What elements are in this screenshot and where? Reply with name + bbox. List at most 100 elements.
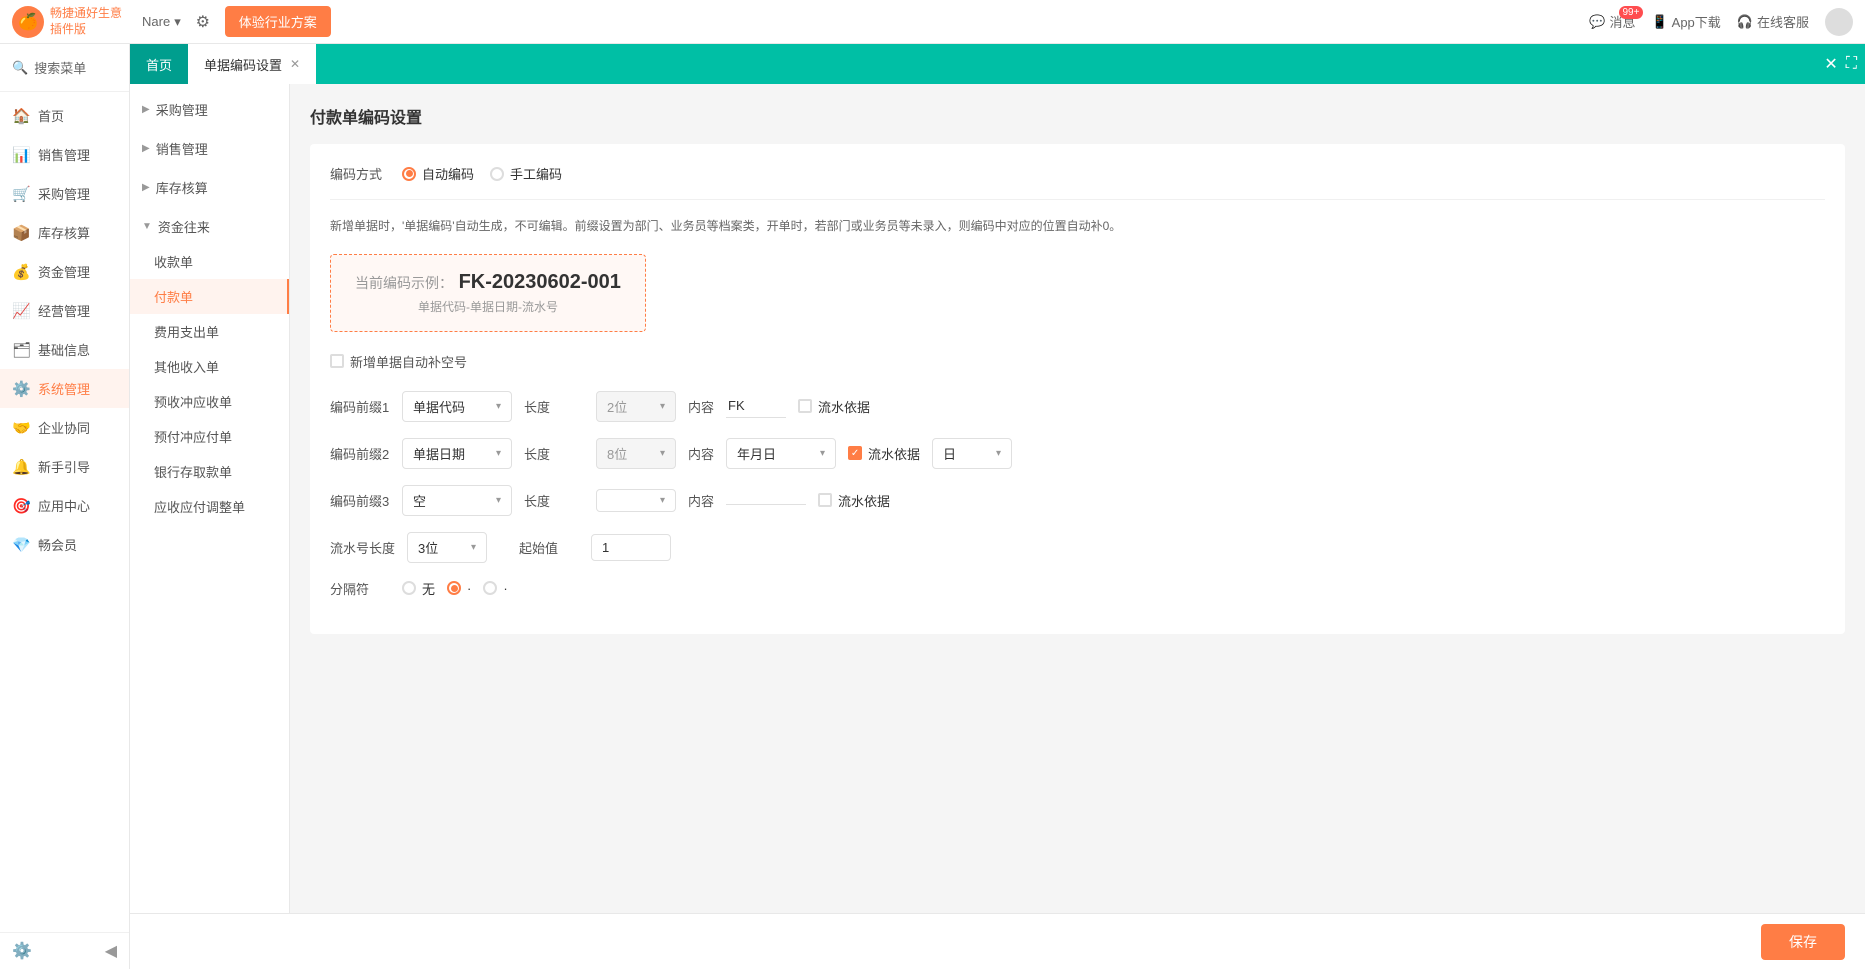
sep-none-radio-circle (402, 581, 416, 595)
sidebar-item-sales[interactable]: 📊 销售管理 (0, 135, 129, 174)
prefix2-length-select[interactable]: 8位 ▾ (596, 438, 676, 469)
manual-encode-radio[interactable]: 手工编码 (490, 164, 562, 183)
apps-icon: 🎯 (12, 497, 30, 515)
sidebar: 🔍 搜索菜单 🏠 首页 📊 销售管理 🛒 采购管理 📦 库存核算 💰 (0, 44, 130, 969)
tab-close-icon[interactable]: ✕ (290, 57, 300, 71)
sub-menu-item-other-income[interactable]: 其他收入单 (130, 349, 289, 384)
sep-dot2-radio[interactable]: · (483, 581, 507, 596)
sidebar-item-purchase[interactable]: 🛒 采购管理 (0, 174, 129, 213)
prefix2-select[interactable]: 单据日期 ▾ (402, 438, 512, 469)
sub-menu-group-purchase: ▶ 采购管理 (130, 92, 289, 127)
dropdown-arrow-icon: ▾ (174, 14, 181, 30)
sidebar-item-apps[interactable]: 🎯 应用中心 (0, 486, 129, 525)
nav-dropdown[interactable]: Nare ▾ (142, 14, 181, 30)
auto-fill-row: 新增单据自动补空号 (330, 352, 1825, 371)
prefix1-select[interactable]: 单据代码 ▾ (402, 391, 512, 422)
chevron-down-icon: ▾ (471, 542, 476, 553)
sidebar-item-vip[interactable]: 💎 畅会员 (0, 525, 129, 564)
prefix2-serial-checkbox[interactable]: ✓ (848, 446, 862, 460)
main-layout: 🔍 搜索菜单 🏠 首页 📊 销售管理 🛒 采购管理 📦 库存核算 💰 (0, 44, 1865, 969)
trial-button[interactable]: 体验行业方案 (225, 6, 331, 37)
sub-menu-item-expense[interactable]: 费用支出单 (130, 314, 289, 349)
inventory-icon: 📦 (12, 224, 30, 242)
top-nav: Nare ▾ ⚙ 体验行业方案 (142, 6, 331, 37)
app-download-btn[interactable]: 📱 App下载 (1651, 12, 1720, 31)
sidebar-item-enterprise[interactable]: 🤝 企业协同 (0, 408, 129, 447)
sub-menu-header-inventory[interactable]: ▶ 库存核算 (130, 170, 289, 205)
auto-fill-checkbox[interactable] (330, 354, 344, 368)
prefix2-content-select[interactable]: 年月日 ▾ (726, 438, 836, 469)
save-button[interactable]: 保存 (1761, 924, 1845, 960)
sidebar-item-guide[interactable]: 🔔 新手引导 (0, 447, 129, 486)
prefix1-length-select[interactable]: 2位 ▾ (596, 391, 676, 422)
enterprise-icon: 🤝 (12, 419, 30, 437)
message-btn[interactable]: 💬 消息 99+ (1589, 12, 1635, 31)
top-bar: 🍊 畅捷通好生意 插件版 Nare ▾ ⚙ 体验行业方案 💬 消息 99+ 📱 … (0, 0, 1865, 44)
prefix1-serial-checkbox[interactable] (798, 399, 812, 413)
prefix3-serial-check: 流水依据 (818, 491, 890, 510)
chevron-down-icon: ▾ (660, 401, 665, 412)
start-value-input[interactable] (591, 534, 671, 561)
arrow-icon: ▼ (142, 221, 152, 232)
sidebar-item-basic[interactable]: 🗂 基础信息 (0, 330, 129, 369)
sub-menu-group-inventory: ▶ 库存核算 (130, 170, 289, 205)
sidebar-item-inventory[interactable]: 📦 库存核算 (0, 213, 129, 252)
auto-encode-radio[interactable]: 自动编码 (402, 164, 474, 183)
sidebar-items: 🏠 首页 📊 销售管理 🛒 采购管理 📦 库存核算 💰 资金管理 📈 经 (0, 92, 129, 932)
code-preview-box: 当前编码示例： FK-20230602-001 单据代码-单据日期-流水号 (330, 254, 646, 332)
logo-icon: 🍊 (12, 6, 44, 38)
prefix-row-3: 编码前缀3 空 ▾ 长度 ▾ 内容 (330, 485, 1825, 516)
settings-bottom-icon[interactable]: ⚙️ (12, 941, 32, 961)
code-preview-main: 当前编码示例： FK-20230602-001 (355, 271, 621, 294)
encode-method-row: 编码方式 自动编码 手工编码 (330, 164, 1825, 200)
prefix3-select[interactable]: 空 ▾ (402, 485, 512, 516)
tab-bar-actions: ✕ ⛶ (1824, 54, 1865, 74)
prefix3-length-select[interactable]: ▾ (596, 489, 676, 512)
sub-menu-item-receipt[interactable]: 收款单 (130, 244, 289, 279)
sep-none-radio[interactable]: 无 (402, 579, 435, 598)
chevron-down-icon: ▾ (996, 448, 1001, 459)
sub-menu-item-prepay-receivable[interactable]: 预收冲应收单 (130, 384, 289, 419)
logo-text: 畅捷通好生意 插件版 (50, 6, 122, 37)
sidebar-item-system[interactable]: ⚙️ 系统管理 (0, 369, 129, 408)
tab-minimize-icon[interactable]: ✕ (1824, 54, 1837, 74)
manual-encode-radio-circle (490, 167, 504, 181)
sep-dot1-radio[interactable]: · (447, 581, 471, 596)
sep-dot1-radio-circle (447, 581, 461, 595)
system-icon: ⚙️ (12, 380, 30, 398)
collapse-icon[interactable]: ◀ (105, 941, 117, 961)
prefix-row-1: 编码前缀1 单据代码 ▾ 长度 2位 ▾ 内容 FK (330, 391, 1825, 422)
user-avatar[interactable] (1825, 8, 1853, 36)
prefix2-serial-unit-select[interactable]: 日 ▾ (932, 438, 1012, 469)
search-menu-btn[interactable]: 🔍 搜索菜单 (8, 54, 121, 81)
sub-menu-item-bank-deposit[interactable]: 银行存取款单 (130, 454, 289, 489)
sub-menu-header-funds[interactable]: ▼ 资金往来 (130, 209, 289, 244)
sidebar-item-home[interactable]: 🏠 首页 (0, 96, 129, 135)
sub-menu-item-ar-ap-adjust[interactable]: 应收应付调整单 (130, 489, 289, 524)
serial-row: 流水号长度 3位 ▾ 起始值 (330, 532, 1825, 563)
sub-menu-item-prepay-payable[interactable]: 预付冲应付单 (130, 419, 289, 454)
sub-sidebar: ▶ 采购管理 ▶ 销售管理 ▶ 库存核算 (130, 84, 290, 913)
settings-card: 编码方式 自动编码 手工编码 (310, 144, 1845, 634)
sub-menu-header-purchase[interactable]: ▶ 采购管理 (130, 92, 289, 127)
sidebar-item-operations[interactable]: 📈 经营管理 (0, 291, 129, 330)
auto-encode-radio-circle (402, 167, 416, 181)
bottom-bar: 保存 (130, 913, 1865, 969)
tab-expand-icon[interactable]: ⛶ (1846, 55, 1857, 73)
prefix3-serial-checkbox[interactable] (818, 493, 832, 507)
sidebar-search: 🔍 搜索菜单 (0, 44, 129, 92)
sep-dot2-radio-circle (483, 581, 497, 595)
sub-menu-group-funds: ▼ 资金往来 收款单 付款单 费用支出单 其他收入单 (130, 209, 289, 524)
tab-encoding[interactable]: 单据编码设置 ✕ (188, 44, 316, 84)
online-service-btn[interactable]: 🎧 在线客服 (1737, 12, 1809, 31)
message-icon: 💬 (1589, 14, 1605, 30)
sub-menu-header-sales[interactable]: ▶ 销售管理 (130, 131, 289, 166)
vip-icon: 💎 (12, 536, 30, 554)
tab-home[interactable]: 首页 (130, 44, 188, 84)
code-preview-label: 当前编码示例： (355, 275, 453, 291)
sub-menu-item-payment[interactable]: 付款单 (130, 279, 289, 314)
sidebar-item-funds[interactable]: 💰 资金管理 (0, 252, 129, 291)
settings-icon[interactable]: ⚙ (189, 8, 217, 36)
purchase-icon: 🛒 (12, 185, 30, 203)
serial-length-select[interactable]: 3位 ▾ (407, 532, 487, 563)
